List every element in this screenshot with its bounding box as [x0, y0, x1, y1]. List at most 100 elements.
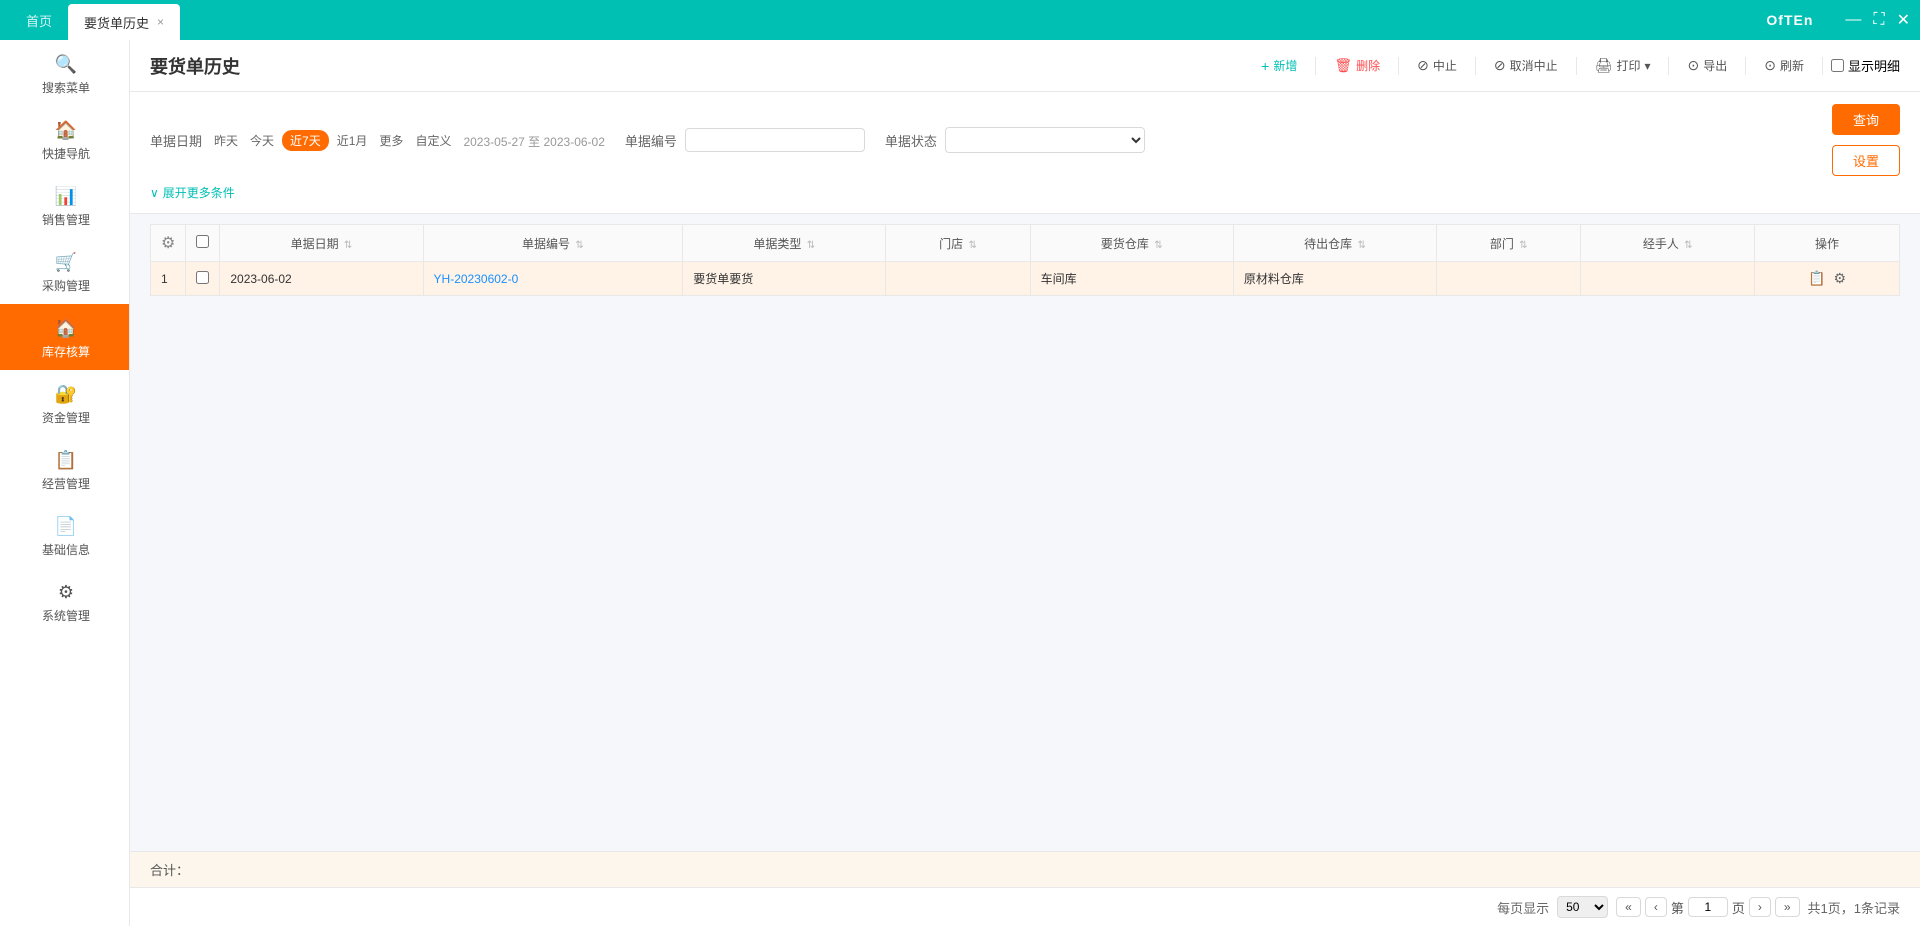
divider-4	[1576, 57, 1577, 75]
date-shortcuts: 昨天 今天 近7天 近1月 更多 自定义	[210, 130, 455, 151]
shortcut-today[interactable]: 今天	[246, 130, 278, 151]
sidebar-item-inventory-calc[interactable]: 🏠 库存核算	[0, 304, 129, 370]
page-nav: « ‹ 第 页 › »	[1616, 897, 1799, 917]
docnum-filter-group: 单据编号	[625, 128, 865, 152]
stop-button[interactable]: ⊘ 中止	[1407, 52, 1467, 79]
row-edit-icon[interactable]: 📋	[1808, 270, 1825, 287]
settings-gear-icon[interactable]: ⚙	[161, 235, 175, 252]
sort-doctype-icon[interactable]: ⇅	[807, 240, 815, 251]
row-docnum: YH-20230602-0	[423, 262, 683, 296]
ops-icon: 📋	[55, 450, 77, 471]
status-select[interactable]	[945, 127, 1145, 153]
sidebar-item-ops-mgmt[interactable]: 📋 经营管理	[0, 436, 129, 502]
shortcut-more[interactable]: 更多	[375, 130, 407, 151]
last-page-btn[interactable]: »	[1775, 897, 1800, 917]
th-dept-label: 部门	[1490, 237, 1514, 251]
filter-row: 单据日期 昨天 今天 近7天 近1月 更多 自定义 2023-05-27 至 2…	[150, 104, 1900, 176]
total-label: 合计：	[150, 863, 189, 878]
shortcut-yesterday[interactable]: 昨天	[210, 130, 242, 151]
sidebar-item-label-quick: 快捷导航	[42, 145, 90, 162]
sidebar-item-label-ops: 经营管理	[42, 475, 90, 492]
th-doctype: 单据类型 ⇅	[683, 225, 886, 262]
tab-home-label: 首页	[26, 11, 52, 30]
next-page-btn[interactable]: ›	[1749, 897, 1771, 917]
show-detail-label: 显示明细	[1848, 56, 1900, 75]
th-checkbox	[186, 225, 220, 262]
sidebar-item-finance-mgmt[interactable]: 🔐 资金管理	[0, 370, 129, 436]
print-button[interactable]: 🖨 打印 ▾	[1585, 52, 1661, 79]
first-page-btn[interactable]: «	[1616, 897, 1641, 917]
page-info: 共1页，1条记录	[1808, 898, 1900, 917]
delete-button[interactable]: 🗑 删除	[1324, 52, 1390, 79]
tab-close-icon[interactable]: ×	[157, 15, 164, 29]
export-button[interactable]: ⊙ 导出	[1677, 52, 1737, 79]
prev-page-btn[interactable]: ‹	[1645, 897, 1667, 917]
th-pending-warehouse: 待出仓库 ⇅	[1233, 225, 1436, 262]
page-size-select[interactable]: 50 10 20 100	[1557, 896, 1608, 918]
tab-requisition-history[interactable]: 要货单历史 ×	[68, 4, 180, 40]
row-handler	[1581, 262, 1755, 296]
minimize-icon[interactable]: —	[1845, 11, 1861, 29]
sidebar-item-label-sales: 销售管理	[42, 211, 90, 228]
date-filter-group: 单据日期 昨天 今天 近7天 近1月 更多 自定义 2023-05-27 至 2…	[150, 130, 605, 151]
th-dept: 部门 ⇅	[1437, 225, 1581, 262]
cancel-stop-icon: ⊘	[1494, 57, 1506, 74]
shortcut-1month[interactable]: 近1月	[333, 130, 372, 151]
brand-text: OfTEn	[1766, 12, 1813, 28]
docnum-input[interactable]	[685, 128, 865, 152]
row-checkbox[interactable]	[196, 271, 209, 284]
th-handler: 经手人 ⇅	[1581, 225, 1755, 262]
page-size-label: 每页显示	[1497, 898, 1549, 917]
export-icon: ⊙	[1687, 57, 1699, 74]
expand-label: 展开更多条件	[163, 184, 235, 201]
data-table: ⚙ 单据日期 ⇅ 单据编号 ⇅	[150, 224, 1900, 296]
sort-dept-icon[interactable]: ⇅	[1519, 240, 1527, 251]
stop-label: 中止	[1433, 57, 1457, 74]
th-store-label: 门店	[939, 237, 963, 251]
sidebar-item-label-purchase: 采购管理	[42, 277, 90, 294]
tab-home[interactable]: 首页	[10, 0, 68, 40]
sort-pending-warehouse-icon[interactable]: ⇅	[1357, 240, 1365, 251]
show-detail-checkbox[interactable]	[1831, 59, 1844, 72]
sidebar-item-basic-info[interactable]: 📄 基础信息	[0, 502, 129, 568]
shortcut-7days[interactable]: 近7天	[282, 130, 329, 151]
row-more-icon[interactable]: ⚙	[1833, 270, 1846, 287]
filter-settings-button[interactable]: 设置	[1832, 145, 1900, 176]
row-date: 2023-06-02	[220, 262, 423, 296]
th-pending-warehouse-label: 待出仓库	[1304, 237, 1352, 251]
page-title: 要货单历史	[150, 53, 240, 91]
expand-more-btn[interactable]: ∨ 展开更多条件	[150, 184, 1900, 201]
sidebar-item-purchase-mgmt[interactable]: 🛒 采购管理	[0, 238, 129, 304]
sort-date-icon[interactable]: ⇅	[344, 240, 352, 251]
toolbar: + 新增 🗑 删除 ⊘ 中止 ⊘ 取消中止	[1251, 52, 1900, 91]
sort-req-warehouse-icon[interactable]: ⇅	[1154, 240, 1162, 251]
row-store	[886, 262, 1030, 296]
query-button[interactable]: 查询	[1832, 104, 1900, 135]
sort-docnum-icon[interactable]: ⇅	[575, 240, 583, 251]
close-window-icon[interactable]: ✕	[1897, 10, 1910, 30]
sidebar-item-system-mgmt[interactable]: ⚙ 系统管理	[0, 568, 129, 634]
top-bar-actions: OfTEn — ⛶ ✕	[1766, 10, 1910, 30]
sidebar-item-sales-mgmt[interactable]: 📊 销售管理	[0, 172, 129, 238]
divider-5	[1668, 57, 1669, 75]
th-docnum: 单据编号 ⇅	[423, 225, 683, 262]
sidebar-item-quick-nav[interactable]: 🏠 快捷导航	[0, 106, 129, 172]
sort-handler-icon[interactable]: ⇅	[1684, 240, 1692, 251]
sort-store-icon[interactable]: ⇅	[969, 240, 977, 251]
top-bar: 首页 要货单历史 × OfTEn — ⛶ ✕	[0, 0, 1920, 40]
date-range-display: 2023-05-27 至 2023-06-02	[463, 133, 604, 150]
sidebar-item-search-menu[interactable]: 🔍 搜索菜单	[0, 40, 129, 106]
shortcut-custom[interactable]: 自定义	[411, 130, 455, 151]
finance-icon: 🔐	[55, 384, 77, 405]
new-button[interactable]: + 新增	[1251, 52, 1307, 79]
show-detail-toggle[interactable]: 显示明细	[1831, 56, 1900, 75]
maximize-icon[interactable]: ⛶	[1873, 11, 1884, 29]
filter-actions: 查询 设置	[1832, 104, 1900, 176]
cancel-stop-button[interactable]: ⊘ 取消中止	[1484, 52, 1568, 79]
table-container: ⚙ 单据日期 ⇅ 单据编号 ⇅	[130, 214, 1920, 851]
select-all-checkbox[interactable]	[196, 235, 209, 248]
refresh-button[interactable]: ⊙ 刷新	[1754, 52, 1814, 79]
row-docnum-link[interactable]: YH-20230602-0	[434, 272, 519, 286]
print-dropdown-icon: ▾	[1644, 59, 1650, 73]
current-page-input[interactable]	[1688, 897, 1728, 917]
